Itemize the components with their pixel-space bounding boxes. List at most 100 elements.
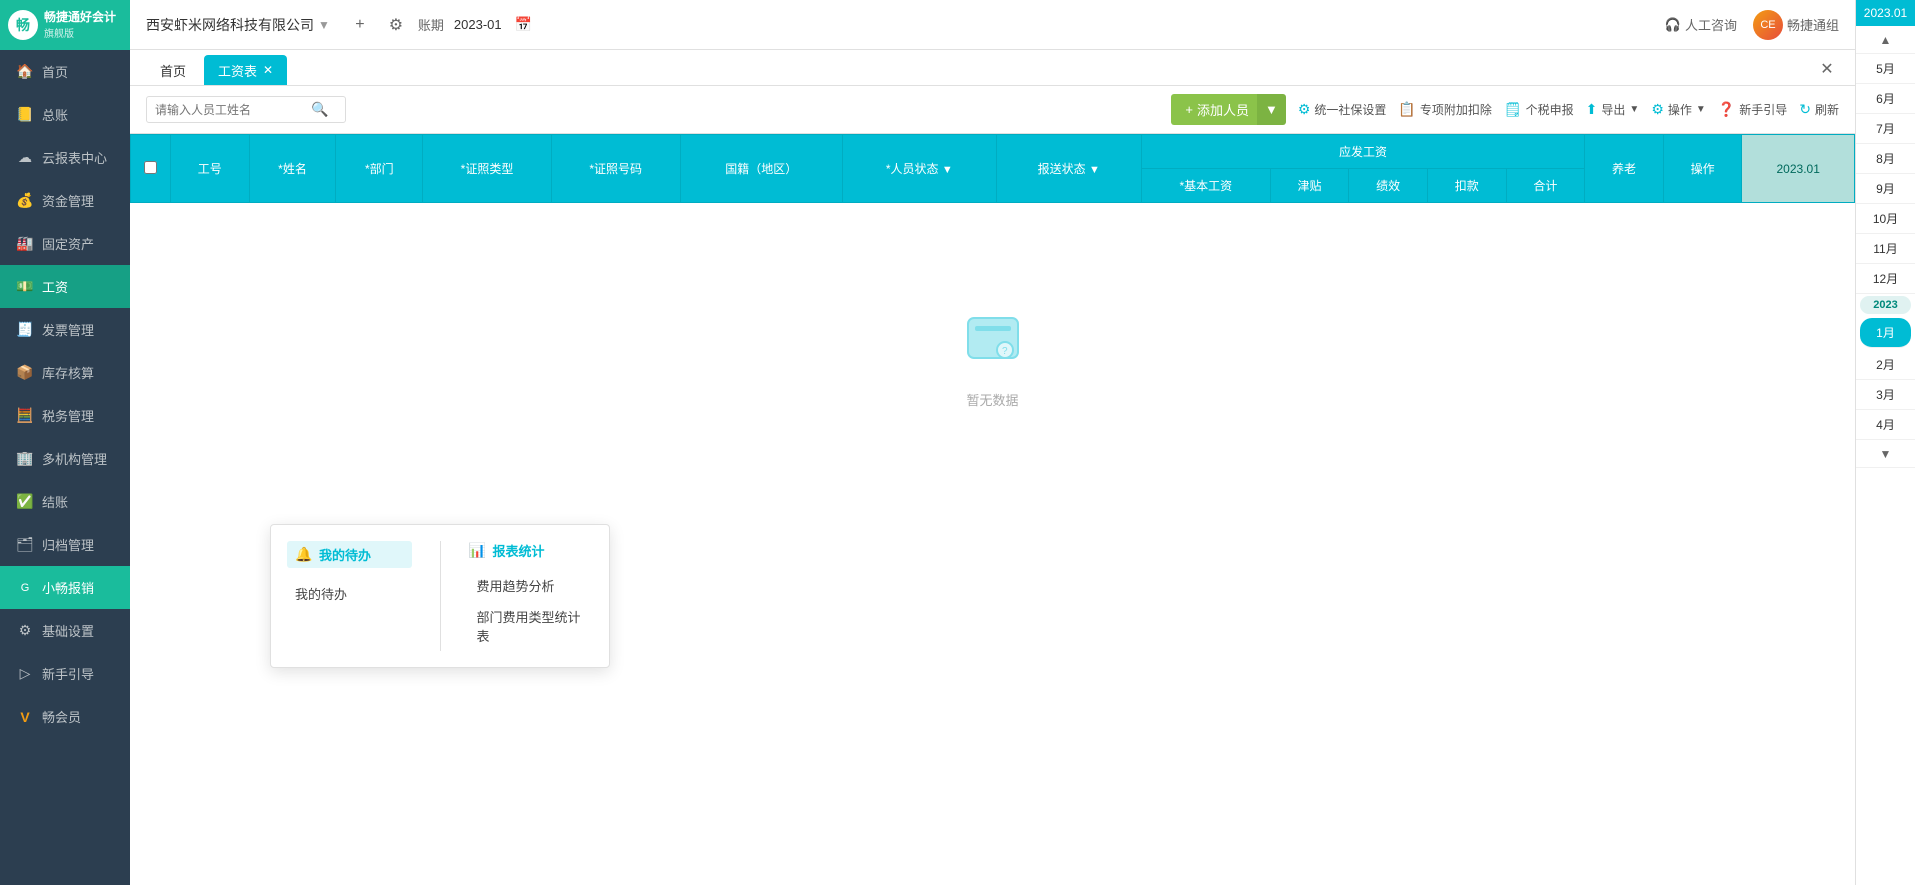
empty-text: 暂无数据 <box>966 390 1018 409</box>
month-item-mar2023[interactable]: 3月 <box>1856 380 1915 410</box>
sidebar-item-basic[interactable]: ⚙ 基础设置 <box>0 609 130 652</box>
sidebar-item-guide[interactable]: ▷ 新手引导 <box>0 652 130 695</box>
month-label-jun: 6月 <box>1876 92 1895 106</box>
topbar-actions: + ⚙ <box>348 13 408 37</box>
export-btn[interactable]: ⬆ 导出 ▼ <box>1586 101 1640 118</box>
month-item-feb2023[interactable]: 2月 <box>1856 350 1915 380</box>
logo-icon: 畅 <box>8 10 38 40</box>
month-item-nov[interactable]: 11月 <box>1856 234 1915 264</box>
social-insurance-label: 统一社保设置 <box>1314 101 1386 118</box>
company-selector[interactable]: 西安虾米网络科技有限公司 ▼ <box>146 15 330 35</box>
sidebar-item-home[interactable]: 🏠 首页 <box>0 50 130 93</box>
month-item-oct[interactable]: 10月 <box>1856 204 1915 234</box>
sidebar-item-inventory[interactable]: 📦 库存核算 <box>0 351 130 394</box>
tax-report-btn[interactable]: 🗒 个税申报 <box>1504 101 1574 118</box>
month-item-dec[interactable]: 12月 <box>1856 264 1915 294</box>
th-checkbox[interactable] <box>131 135 171 203</box>
inventory-icon: 📦 <box>16 364 34 382</box>
popup-todo-title: 我的待办 <box>319 545 371 564</box>
tabs-bar: 首页 工资表 ✕ ✕ <box>130 50 1855 86</box>
logo-text: 畅捷通好会计 <box>44 10 116 26</box>
tab-home[interactable]: 首页 <box>146 55 200 85</box>
fund-icon: 💰 <box>16 192 34 210</box>
popup-report-header[interactable]: 📊 报表统计 <box>469 541 594 560</box>
settings-btn[interactable]: ⚙ <box>384 13 408 37</box>
sidebar-item-xiaochang[interactable]: G 小畅报销 <box>0 566 130 609</box>
logo-sub: 旗舰版 <box>44 25 116 40</box>
month-item-sep[interactable]: 9月 <box>1856 174 1915 204</box>
xiaochang-icon: G <box>16 579 34 597</box>
popup-report-item-1[interactable]: 费用趋势分析 <box>469 570 594 601</box>
sidebar-item-archive[interactable]: 🗂 归档管理 <box>0 523 130 566</box>
tab-salary[interactable]: 工资表 ✕ <box>204 55 287 85</box>
tab-salary-label: 工资表 <box>218 61 257 80</box>
sidebar-label-xiaochang: 小畅报销 <box>42 578 94 597</box>
sidebar-label-basic: 基础设置 <box>42 621 94 640</box>
company-name: 西安虾米网络科技有限公司 <box>146 15 314 35</box>
popup-todo-item-1[interactable]: 我的待办 <box>287 578 412 609</box>
sidebar-item-cloud-report[interactable]: ☁ 云报表中心 <box>0 136 130 179</box>
tab-home-label: 首页 <box>160 61 186 80</box>
month-item-jun[interactable]: 6月 <box>1856 84 1915 114</box>
month-item-apr2023[interactable]: 4月 <box>1856 410 1915 440</box>
toolbar: 🔍 + 添加人员 ▼ ⚙ 统一社保设置 📋 专项附加扣除 🗒 <box>130 86 1855 134</box>
add-company-btn[interactable]: + <box>348 13 372 37</box>
operation-btn[interactable]: ⚙ 操作 ▼ <box>1651 101 1705 118</box>
close-panel-btn[interactable]: ✕ <box>1815 57 1839 81</box>
main-content: 西安虾米网络科技有限公司 ▼ + ⚙ 账期 2023-01 📅 🎧 人工咨询 C… <box>130 0 1855 885</box>
month-item-aug[interactable]: 8月 <box>1856 144 1915 174</box>
add-person-btn[interactable]: + 添加人员 <box>1171 94 1257 125</box>
sidebar-item-tax[interactable]: 🧮 税务管理 <box>0 394 130 437</box>
popup-report-item-2[interactable]: 部门费用类型统计表 <box>469 601 594 651</box>
guide-icon: ▷ <box>16 665 34 683</box>
sidebar-item-member[interactable]: V 畅会员 <box>0 695 130 738</box>
sidebar-label-tax: 税务管理 <box>42 406 94 425</box>
new-guide-btn[interactable]: ❓ 新手引导 <box>1718 101 1787 118</box>
sidebar-item-fund[interactable]: 💰 资金管理 <box>0 179 130 222</box>
support-icon: 🎧 <box>1665 17 1681 33</box>
sidebar-item-invoice[interactable]: 🧾 发票管理 <box>0 308 130 351</box>
month-label-nov: 11月 <box>1873 242 1897 256</box>
topbar: 西安虾米网络科技有限公司 ▼ + ⚙ 账期 2023-01 📅 🎧 人工咨询 C… <box>130 0 1855 50</box>
popup-section: 🔔 我的待办 我的待办 📊 报表统计 费用趋势分析 <box>287 541 593 651</box>
select-all-checkbox[interactable] <box>144 161 157 174</box>
search-box[interactable]: 🔍 <box>146 96 346 123</box>
popup-todo-header[interactable]: 🔔 我的待办 <box>287 541 412 568</box>
popup-report-title: 报表统计 <box>493 541 545 560</box>
th-year-month: 2023.01 <box>1742 135 1855 203</box>
calendar-icon[interactable]: 📅 <box>512 13 536 37</box>
th-action: 操作 <box>1663 135 1742 203</box>
add-person-dropdown-btn[interactable]: ▼ <box>1257 94 1286 125</box>
month-label-apr: 4月 <box>1876 418 1895 432</box>
sidebar-item-fixed-assets[interactable]: 🏭 固定资产 <box>0 222 130 265</box>
empty-state: ? 暂无数据 <box>130 203 1855 503</box>
topbar-right: 🎧 人工咨询 CE 畅捷通组 <box>1665 10 1839 40</box>
filter-icon[interactable]: ▼ <box>942 164 953 176</box>
report-filter-icon[interactable]: ▼ <box>1089 164 1100 176</box>
month-nav-down[interactable]: ▼ <box>1856 440 1915 468</box>
app-logo: 畅 畅捷通好会计 旗舰版 <box>0 0 130 50</box>
sidebar-item-ledger[interactable]: 📒 总账 <box>0 93 130 136</box>
month-nav-up[interactable]: ▲ <box>1856 26 1915 54</box>
org-icon: 🏢 <box>16 450 34 468</box>
sidebar-item-multi-org[interactable]: 🏢 多机构管理 <box>0 437 130 480</box>
support-label: 人工咨询 <box>1685 15 1737 34</box>
month-item-jul[interactable]: 7月 <box>1856 114 1915 144</box>
social-insurance-btn[interactable]: ⚙ 统一社保设置 <box>1298 101 1387 118</box>
support-btn[interactable]: 🎧 人工咨询 <box>1665 15 1737 34</box>
month-item-jan2023[interactable]: 1月 <box>1860 318 1911 348</box>
cloud-icon: ☁ <box>16 149 34 167</box>
operation-icon: ⚙ <box>1651 101 1664 118</box>
user-initials: CE <box>1760 19 1775 31</box>
user-btn[interactable]: CE 畅捷通组 <box>1753 10 1839 40</box>
tab-salary-close[interactable]: ✕ <box>263 63 273 77</box>
search-input[interactable] <box>155 103 305 117</box>
month-label-mar: 3月 <box>1876 388 1895 402</box>
deduction-btn[interactable]: 📋 专项附加扣除 <box>1398 101 1491 118</box>
social-insurance-icon: ⚙ <box>1298 101 1311 118</box>
sidebar-item-salary[interactable]: 💵 工资 <box>0 265 130 308</box>
sidebar-item-settlement[interactable]: ✅ 结账 <box>0 480 130 523</box>
refresh-btn[interactable]: ↻ 刷新 <box>1799 101 1839 118</box>
popup-col-todo: 🔔 我的待办 我的待办 <box>287 541 412 651</box>
month-item-may[interactable]: 5月 <box>1856 54 1915 84</box>
